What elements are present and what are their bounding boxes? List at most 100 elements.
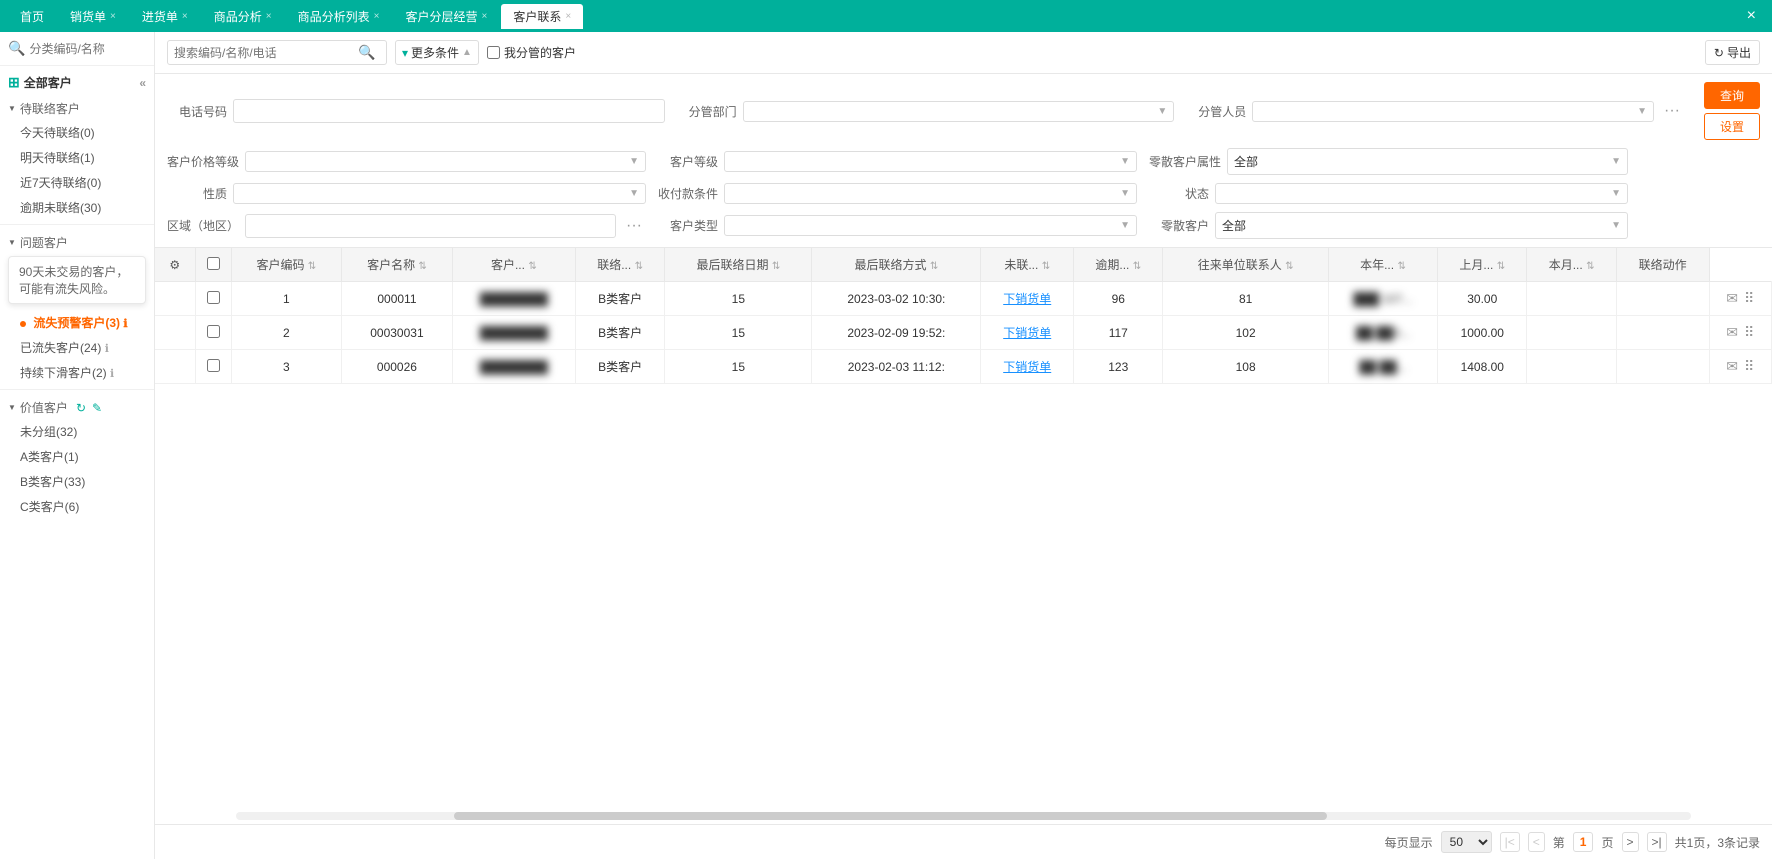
- cell-last-method-1[interactable]: 下销货单: [981, 316, 1074, 350]
- col-last-date[interactable]: 最后联络日期 ⇅: [665, 248, 812, 282]
- tab-analysis-list-close[interactable]: ×: [374, 11, 380, 22]
- sidebar-item-declining[interactable]: 持续下滑客户(2) ℹ: [0, 360, 154, 385]
- sidebar-item-churn-warning[interactable]: 流失预警客户(3) ℹ: [0, 310, 154, 335]
- col-last-month[interactable]: 上月... ⇅: [1438, 248, 1527, 282]
- filter-select-dept[interactable]: ▼: [743, 101, 1175, 122]
- col-gear[interactable]: ⚙: [155, 248, 195, 282]
- select-all-checkbox[interactable]: [207, 257, 220, 270]
- more-action-icon-0[interactable]: ⠿: [1744, 290, 1754, 307]
- tab-customer-tier-close[interactable]: ×: [481, 11, 487, 22]
- more-action-icon-1[interactable]: ⠿: [1744, 324, 1754, 341]
- tab-home[interactable]: 首页: [8, 4, 56, 29]
- filter-select-scatter-attr[interactable]: 全部 ▼: [1227, 148, 1628, 175]
- more-dots-2[interactable]: ···: [622, 217, 646, 235]
- sidebar-search-input[interactable]: [29, 42, 155, 56]
- contact-action-icon-2[interactable]: ✉: [1726, 358, 1738, 375]
- filter-field-manager: 分管人员 ▼ ···: [1186, 101, 1684, 122]
- filter-select-status[interactable]: ▼: [1215, 183, 1628, 204]
- col-type[interactable]: 客户... ⇅: [452, 248, 575, 282]
- col-unlink-days[interactable]: 未联... ⇅: [981, 248, 1074, 282]
- col-name[interactable]: 客户名称 ⇅: [342, 248, 453, 282]
- row-checkbox-0[interactable]: [207, 291, 220, 304]
- sidebar-root-title[interactable]: ⊞ 全部客户 «: [0, 66, 154, 95]
- sidebar-item-7days[interactable]: 近7天待联络(0): [0, 170, 154, 195]
- sort-icon-year-amt: ⇅: [1397, 261, 1405, 272]
- sidebar-item-churned[interactable]: 已流失客户(24) ℹ: [0, 335, 154, 360]
- tab-customer-contact[interactable]: 客户联系 ×: [501, 4, 583, 29]
- my-customers-checkbox[interactable]: [487, 46, 500, 59]
- query-button[interactable]: 查询: [1704, 82, 1760, 109]
- tab-analysis[interactable]: 商品分析 ×: [202, 4, 284, 29]
- blurred-person-0: ███ 107...: [1354, 292, 1413, 306]
- table-wrap: ⚙ 客户编码 ⇅ 客户名称 ⇅ 客户... ⇅: [155, 248, 1772, 808]
- edit-icon-sidebar[interactable]: ✎: [92, 401, 102, 415]
- filter-select-nature[interactable]: ▼: [233, 183, 646, 204]
- pagination-prev[interactable]: <: [1528, 832, 1545, 852]
- cell-last-method-2[interactable]: 下销货单: [981, 350, 1074, 384]
- contact-action-icon-1[interactable]: ✉: [1726, 324, 1738, 341]
- page-size-select[interactable]: 50 20 100: [1441, 831, 1492, 853]
- col-overdue[interactable]: 逾期... ⇅: [1074, 248, 1163, 282]
- tab-sales-close[interactable]: ×: [110, 11, 116, 22]
- link-last-method-0[interactable]: 下销货单: [1003, 292, 1051, 306]
- cell-check-1[interactable]: [195, 316, 231, 350]
- tab-purchase[interactable]: 进货单 ×: [130, 4, 200, 29]
- filter-select-scatter-customer[interactable]: 全部 ▼: [1215, 212, 1628, 239]
- pagination-first[interactable]: |<: [1500, 832, 1520, 852]
- cell-check-0[interactable]: [195, 282, 231, 316]
- search-input-wrap: 🔍: [167, 40, 387, 65]
- filter-input-phone[interactable]: [233, 99, 665, 123]
- tab-purchase-close[interactable]: ×: [182, 11, 188, 22]
- horizontal-scrollbar[interactable]: [236, 812, 1691, 820]
- filter-select-customer-level[interactable]: ▼: [724, 151, 1137, 172]
- pagination-next[interactable]: >: [1622, 832, 1639, 852]
- col-last-method[interactable]: 最后联络方式 ⇅: [812, 248, 981, 282]
- more-action-icon-2[interactable]: ⠿: [1744, 358, 1754, 375]
- tab-analysis-list[interactable]: 商品分析列表 ×: [286, 4, 392, 29]
- filter-select-manager[interactable]: ▼: [1252, 101, 1654, 122]
- filter-select-customer-type[interactable]: ▼: [724, 215, 1137, 236]
- row-checkbox-2[interactable]: [207, 359, 220, 372]
- col-this-month[interactable]: 本月... ⇅: [1527, 248, 1616, 282]
- refresh-icon-sidebar[interactable]: ↻: [76, 401, 86, 415]
- sidebar-item-a-class[interactable]: A类客户(1): [0, 444, 154, 469]
- col-code[interactable]: 客户编码 ⇅: [231, 248, 342, 282]
- col-contact-person[interactable]: 往来单位联系人 ⇅: [1163, 248, 1328, 282]
- sidebar-item-today[interactable]: 今天待联络(0): [0, 120, 154, 145]
- sidebar-item-tomorrow[interactable]: 明天待联络(1): [0, 145, 154, 170]
- sidebar-item-ungroup[interactable]: 未分组(32): [0, 419, 154, 444]
- sidebar-item-overdue[interactable]: 逾期未联络(30): [0, 195, 154, 220]
- sidebar-group-pending[interactable]: ▼ 待联络客户: [0, 95, 154, 120]
- col-year-amt[interactable]: 本年... ⇅: [1328, 248, 1437, 282]
- filter-select-payment[interactable]: ▼: [724, 183, 1137, 204]
- my-customers-checkbox-wrap[interactable]: 我分管的客户: [487, 44, 576, 61]
- more-filter-button[interactable]: ▾ 更多条件 ▲: [395, 40, 479, 65]
- tab-customer-tier[interactable]: 客户分层经营 ×: [393, 4, 499, 29]
- settings-button[interactable]: 设置: [1704, 113, 1760, 140]
- pagination-last[interactable]: >|: [1647, 832, 1667, 852]
- tab-customer-contact-close[interactable]: ×: [565, 11, 571, 22]
- search-input[interactable]: [174, 46, 354, 60]
- sidebar-group-value[interactable]: ▼ 价值客户 ↻ ✎: [0, 394, 154, 419]
- col-contact[interactable]: 联络... ⇅: [575, 248, 664, 282]
- search-icon[interactable]: 🔍: [358, 44, 375, 61]
- col-check[interactable]: [195, 248, 231, 282]
- tab-sales[interactable]: 销货单 ×: [58, 4, 128, 29]
- filter-input-region[interactable]: [245, 214, 616, 238]
- contact-action-icon-0[interactable]: ✉: [1726, 290, 1738, 307]
- filter-select-price-level[interactable]: ▼: [245, 151, 646, 172]
- sidebar-group-problem[interactable]: ▼ 问题客户: [0, 229, 154, 254]
- sidebar-item-b-class[interactable]: B类客户(33): [0, 469, 154, 494]
- sidebar-collapse-button[interactable]: «: [139, 76, 146, 90]
- cell-check-2[interactable]: [195, 350, 231, 384]
- row-checkbox-1[interactable]: [207, 325, 220, 338]
- export-button[interactable]: ↻ 导出: [1705, 40, 1760, 65]
- link-last-method-2[interactable]: 下销货单: [1003, 360, 1051, 374]
- cell-last-method-0[interactable]: 下销货单: [981, 282, 1074, 316]
- tab-analysis-close[interactable]: ×: [266, 11, 272, 22]
- window-close-button[interactable]: ×: [1739, 7, 1764, 25]
- sidebar-item-c-class[interactable]: C类客户(6): [0, 494, 154, 519]
- scrollbar-thumb[interactable]: [454, 812, 1327, 820]
- link-last-method-1[interactable]: 下销货单: [1003, 326, 1051, 340]
- more-dots-1[interactable]: ···: [1660, 102, 1684, 120]
